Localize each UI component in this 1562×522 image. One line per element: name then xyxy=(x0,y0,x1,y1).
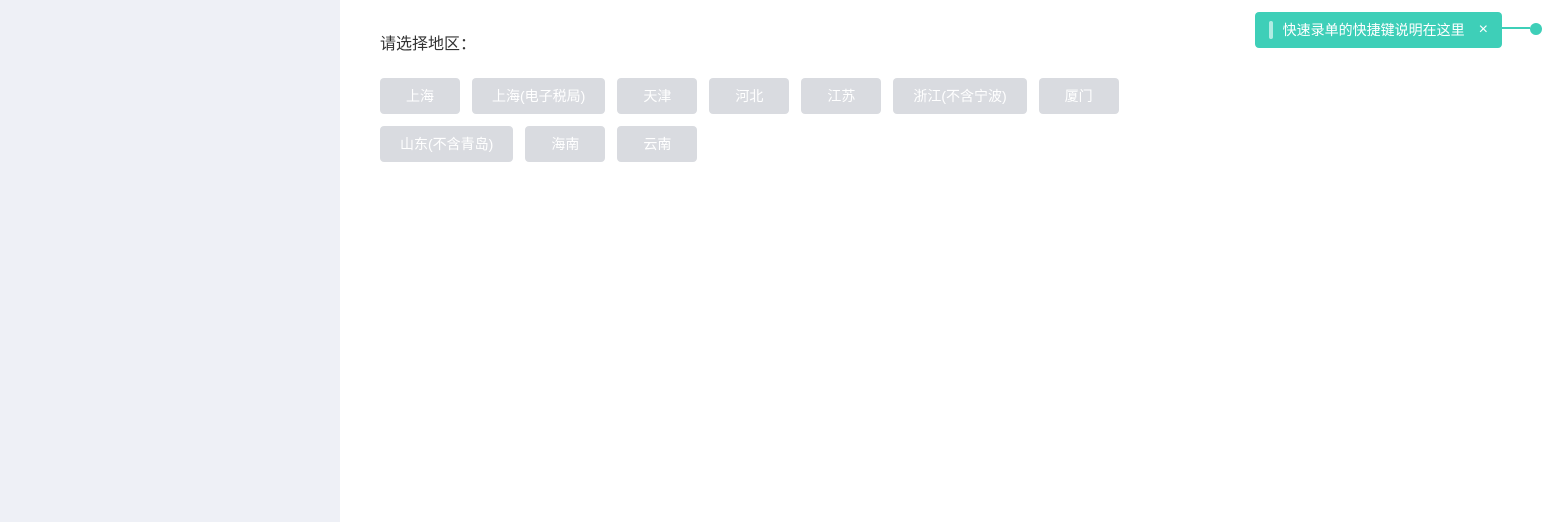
region-button-jiangsu[interactable]: 江苏 xyxy=(801,78,881,114)
region-button-shanghai-etax[interactable]: 上海(电子税局) xyxy=(472,78,605,114)
left-panel xyxy=(0,0,340,522)
region-button-zhejiang[interactable]: 浙江(不含宁波) xyxy=(893,78,1026,114)
region-button-shandong[interactable]: 山东(不含青岛) xyxy=(380,126,513,162)
region-button-xiamen[interactable]: 厦门 xyxy=(1039,78,1119,114)
region-button-tianjin[interactable]: 天津 xyxy=(617,78,697,114)
tooltip-text: 快速录单的快捷键说明在这里 xyxy=(1283,20,1465,40)
region-button-shanghai[interactable]: 上海 xyxy=(380,78,460,114)
tooltip-accent xyxy=(1269,21,1273,39)
tooltip-close-button[interactable]: × xyxy=(1479,22,1488,38)
tooltip-connector-dot xyxy=(1530,23,1542,35)
tooltip-bar: 快速录单的快捷键说明在这里 × xyxy=(1255,12,1502,48)
region-button-hebei[interactable]: 河北 xyxy=(709,78,789,114)
region-row-1: 上海上海(电子税局) 天津河北江苏浙江(不含宁波) 厦门 xyxy=(380,78,1522,114)
region-button-yunnan[interactable]: 云南 xyxy=(617,126,697,162)
region-row-2: 山东(不含青岛) 海南云南 xyxy=(380,126,1522,162)
tooltip-connector-line xyxy=(1502,27,1530,29)
region-button-hainan[interactable]: 海南 xyxy=(525,126,605,162)
main-content: 请选择地区： 上海上海(电子税局)天津河北江苏浙江(不含宁波)厦门 山东(不含青… xyxy=(340,0,1562,522)
